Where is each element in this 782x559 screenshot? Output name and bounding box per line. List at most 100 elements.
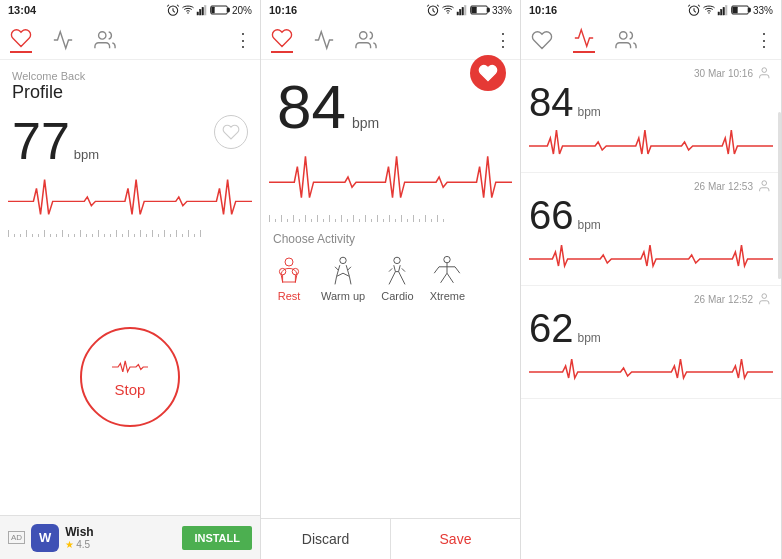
tick-4 (26, 230, 27, 237)
svg-rect-39 (718, 12, 720, 15)
panel-monitor: 13:04 20% ⋮ Welcome Back Profile (0, 0, 261, 559)
more-menu-3[interactable]: ⋮ (755, 29, 773, 51)
nav-people-1[interactable] (92, 27, 118, 53)
install-button[interactable]: INSTALL (182, 526, 252, 550)
history-ecg-0 (529, 124, 773, 164)
heart-nav-icon-2 (271, 27, 293, 49)
tick-3 (20, 234, 21, 237)
people-nav-icon-1 (94, 29, 116, 51)
save-button[interactable]: Save (391, 519, 520, 559)
heart-circle-1[interactable] (214, 115, 248, 149)
discard-button[interactable]: Discard (261, 519, 391, 559)
status-bar-3: 10:16 33% (521, 0, 781, 20)
history-item-0[interactable]: 30 Mar 10:16 84 bpm (521, 60, 781, 173)
nav-people-2[interactable] (353, 27, 379, 53)
stop-ecg-icon (112, 357, 148, 377)
more-menu-2[interactable]: ⋮ (494, 29, 512, 51)
svg-point-48 (762, 181, 767, 186)
welcome-section: Welcome Back Profile (0, 60, 260, 107)
tick-28 (170, 234, 171, 237)
tick-16 (98, 230, 99, 237)
activity-xtreme[interactable]: Xtreme (430, 254, 465, 302)
nav-chart-3[interactable] (571, 25, 597, 55)
svg-rect-12 (457, 12, 459, 15)
heart-record-btn[interactable] (470, 55, 506, 91)
tick-17 (104, 234, 105, 237)
svg-point-1 (187, 12, 189, 14)
history-unit-2: bpm (578, 331, 601, 345)
ecg-svg-2 (269, 146, 512, 208)
activity-warmup[interactable]: Warm up (321, 254, 365, 302)
tick-15 (92, 234, 93, 237)
nav-chart-1[interactable] (50, 27, 76, 53)
nav-heart-1[interactable] (8, 25, 34, 55)
history-bpm-row-0: 84 bpm (529, 82, 773, 122)
activity-items: Rest Warm up (273, 254, 508, 302)
tick-27 (164, 230, 165, 237)
svg-rect-44 (748, 8, 750, 12)
more-menu-1[interactable]: ⋮ (234, 29, 252, 51)
cardio-icon (381, 254, 413, 286)
nav-heart-3[interactable] (529, 27, 555, 53)
tick-13 (80, 230, 81, 237)
stop-button[interactable]: Stop (80, 327, 180, 427)
svg-rect-14 (462, 8, 464, 16)
nav-bar-3: ⋮ (521, 20, 781, 60)
profile-name: Profile (12, 82, 248, 103)
rest-label: Rest (278, 290, 301, 302)
tick-24 (146, 234, 147, 237)
stop-label: Stop (115, 381, 146, 398)
svg-rect-8 (211, 7, 214, 14)
svg-rect-7 (227, 8, 229, 12)
scrollbar[interactable] (778, 112, 781, 280)
svg-point-38 (708, 12, 710, 14)
chart-nav-icon-2 (313, 29, 335, 51)
nav-heart-2[interactable] (269, 25, 295, 55)
nav-people-3[interactable] (613, 27, 639, 53)
svg-rect-13 (459, 10, 461, 16)
nav-icons-3 (529, 25, 755, 55)
people-nav-icon-2 (355, 29, 377, 51)
svg-rect-15 (464, 6, 466, 16)
status-icons-2: 33% (426, 3, 512, 17)
nav-chart-2[interactable] (311, 27, 337, 53)
history-unit-0: bpm (578, 105, 601, 119)
person-icon-2 (759, 292, 773, 306)
activity-cardio[interactable]: Cardio (381, 254, 413, 302)
svg-line-34 (447, 273, 453, 283)
battery-icon (210, 4, 230, 16)
svg-point-20 (285, 258, 293, 266)
status-bar-1: 13:04 20% (0, 0, 260, 20)
ad-badge: AD (8, 531, 25, 544)
status-icons-3: 33% (687, 3, 773, 17)
tick-14 (86, 234, 87, 237)
svg-rect-40 (720, 10, 722, 16)
xtreme-label: Xtreme (430, 290, 465, 302)
svg-line-33 (441, 273, 447, 283)
history-list: 30 Mar 10:16 84 bpm 26 Mar 12:53 66 bpm (521, 60, 781, 559)
tick-1 (8, 230, 9, 237)
time-1: 13:04 (8, 4, 36, 16)
alarm-icon-3 (687, 3, 701, 17)
panel-activity: 10:16 33% ⋮ 84 bpm (261, 0, 521, 559)
activity-rest[interactable]: Rest (273, 254, 305, 302)
ad-banner: AD W Wish ★ 4.5 INSTALL (0, 515, 260, 559)
tick-2 (14, 234, 15, 237)
status-bar-2: 10:16 33% (261, 0, 520, 20)
stars-icon: ★ (65, 539, 74, 550)
history-item-1[interactable]: 26 Mar 12:53 66 bpm (521, 173, 781, 286)
history-item-2[interactable]: 26 Mar 12:52 62 bpm (521, 286, 781, 399)
svg-rect-4 (202, 8, 204, 16)
tick-7 (44, 230, 45, 237)
svg-rect-5 (204, 6, 206, 16)
signal-icon-3 (717, 3, 729, 17)
history-meta-1: 26 Mar 12:53 (529, 179, 773, 193)
svg-point-47 (762, 68, 767, 73)
ecg-1 (0, 167, 260, 227)
heart-icon-filled (478, 63, 498, 83)
tick-30 (182, 234, 183, 237)
svg-rect-2 (197, 12, 199, 15)
ecg-2 (261, 142, 520, 212)
warmup-label: Warm up (321, 290, 365, 302)
signal-icon-2 (456, 3, 468, 17)
